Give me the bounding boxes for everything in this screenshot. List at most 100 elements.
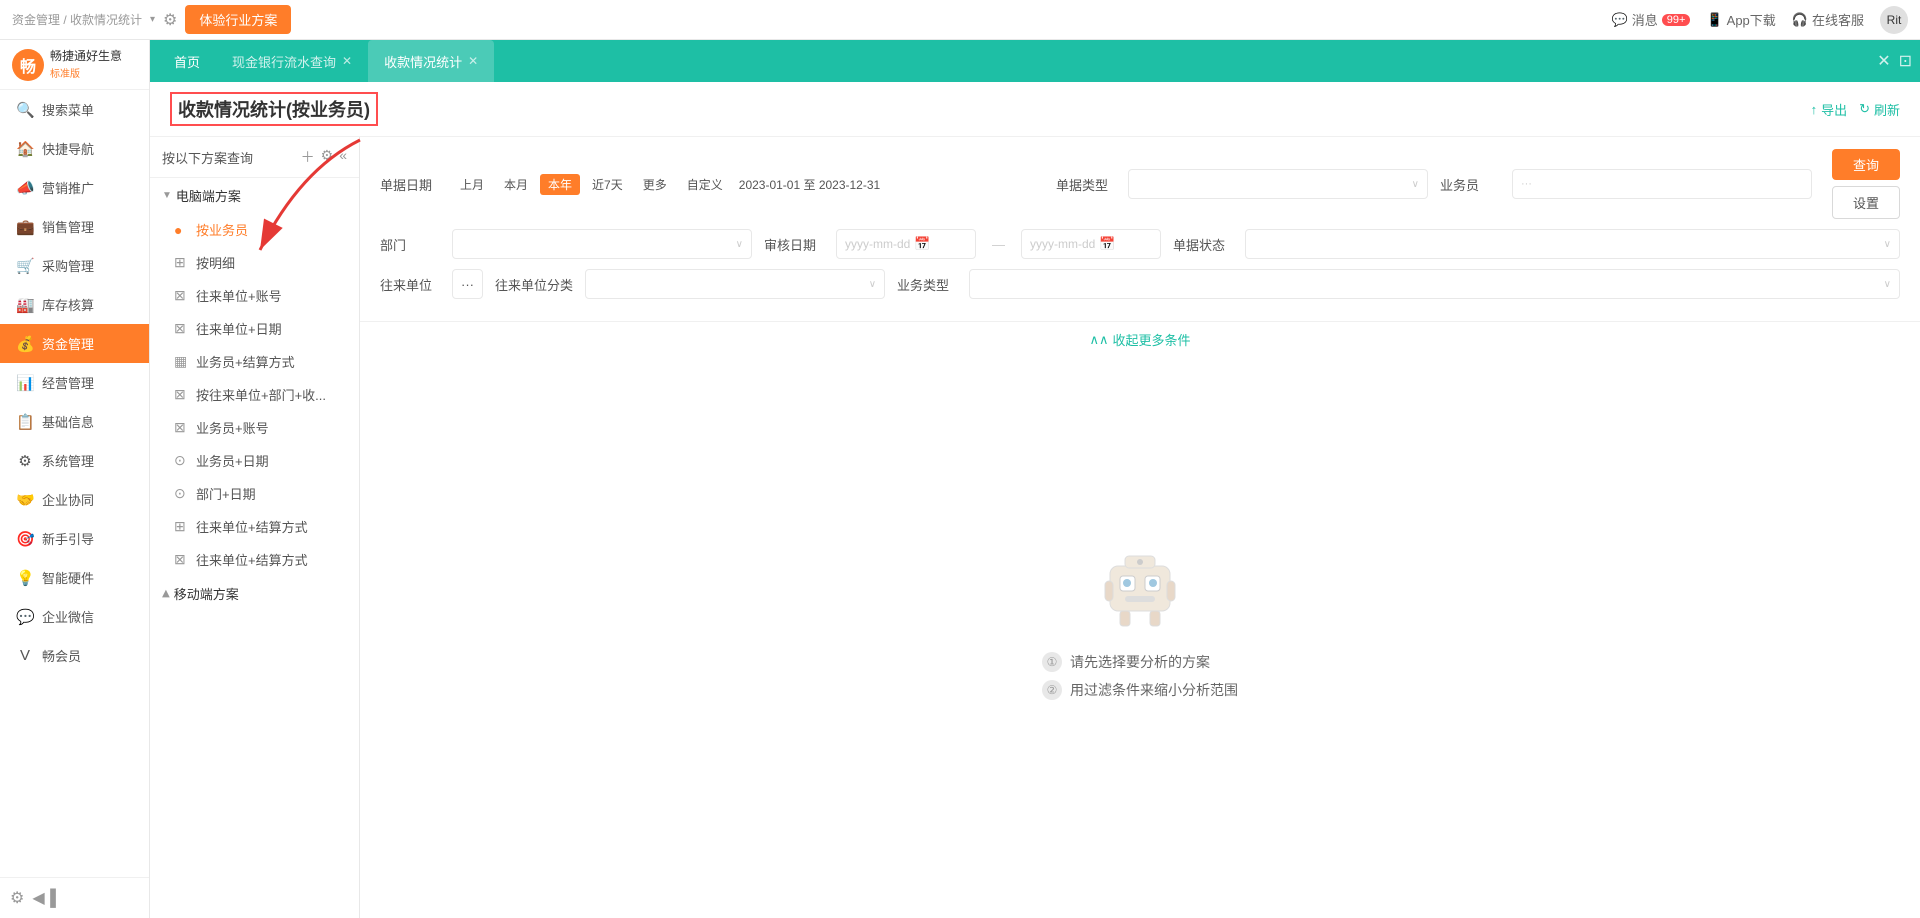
scheme-item-salesperson-account-label: 业务员+账号 [196, 418, 269, 437]
review-date-start[interactable]: yyyy-mm-dd 📅 [836, 229, 976, 259]
sidebar-item-search-label: 搜索菜单 [42, 100, 94, 119]
scheme-item-salesperson[interactable]: ● 按业务员 [150, 213, 359, 246]
doc-status-field[interactable]: ∨ [1245, 229, 1900, 259]
tab-bank-flow[interactable]: 现金银行流水查询 ✕ [216, 40, 368, 82]
filter-rows: 单据日期 上月 本月 本年 近7天 更多 自定义 2023-01-01 至 20… [360, 137, 1920, 321]
maximize-window-icon[interactable]: ⊡ [1899, 51, 1912, 71]
sidebar-item-member[interactable]: V 畅会员 [0, 636, 149, 675]
settings-bottom-icon[interactable]: ⚙ [10, 888, 24, 908]
scheme-item-salesperson-settle[interactable]: ▦ 业务员+结算方式 [150, 345, 359, 378]
scheme-item-partner-account-icon: ⊠ [174, 287, 190, 304]
scheme-desktop-group-header[interactable]: ▼ 电脑端方案 [150, 178, 359, 213]
sidebar-item-purchase[interactable]: 🛒 采购管理 [0, 246, 149, 285]
user-avatar[interactable]: Rit [1880, 6, 1908, 34]
collapse-more-button[interactable]: ∧∧ 收起更多条件 [360, 321, 1920, 357]
settings-button[interactable]: 设置 [1832, 186, 1900, 219]
config-scheme-icon[interactable]: ⚙ [321, 147, 334, 167]
scheme-item-salesperson-date-label: 业务员+日期 [196, 451, 269, 470]
scheme-item-partner-date-icon: ⊠ [174, 320, 190, 337]
partner-category-field[interactable]: ∨ [585, 269, 885, 299]
sidebar-item-inventory[interactable]: 🏭 库存核算 [0, 285, 149, 324]
settings-icon[interactable]: ⚙ [163, 10, 177, 30]
message-badge: 99+ [1662, 14, 1691, 26]
tab-bar-right: ✕ ⊡ [1877, 51, 1912, 71]
scheme-desktop-group: ▼ 电脑端方案 ● 按业务员 ⊞ 按明细 [150, 178, 359, 576]
tab-collection-stat[interactable]: 收款情况统计 ✕ [368, 40, 494, 82]
partner-category-label: 往来单位分类 [495, 275, 573, 294]
sidebar-item-operations[interactable]: 📊 经营管理 [0, 363, 149, 402]
scheme-item-salesperson-account[interactable]: ⊠ 业务员+账号 [150, 411, 359, 444]
date-tab-this-year[interactable]: 本年 [540, 174, 580, 195]
scheme-item-partner-dept-icon: ⊠ [174, 386, 190, 403]
sidebar-bottom: ⚙ ◀‍▐ [0, 877, 149, 918]
tab-collection-stat-label: 收款情况统计 [384, 52, 462, 71]
app-download-area[interactable]: 📱 App下载 [1706, 10, 1775, 29]
query-button[interactable]: 查询 [1832, 149, 1900, 180]
date-tab-7days[interactable]: 近7天 [584, 174, 631, 195]
date-tabs: 上月 本月 本年 近7天 更多 自定义 2023-01-01 至 2023-12… [452, 174, 1044, 195]
salesperson-field[interactable]: ··· [1512, 169, 1812, 199]
doc-status-chevron: ∨ [1884, 239, 1891, 250]
review-date-label: 审核日期 [764, 235, 824, 254]
empty-step-1: ① 请先选择要分析的方案 [1042, 652, 1238, 672]
scheme-item-partner-dept[interactable]: ⊠ 按往来单位+部门+收... [150, 378, 359, 411]
scheme-item-detail[interactable]: ⊞ 按明细 [150, 246, 359, 279]
dept-field[interactable]: ∨ [452, 229, 752, 259]
scheme-item-partner-account-label: 往来单位+账号 [196, 286, 282, 305]
sidebar-item-search[interactable]: 🔍 搜索菜单 [0, 90, 149, 129]
refresh-icon: ↻ [1859, 101, 1870, 117]
scheme-item-partner-settle1[interactable]: ⊞ 往来单位+结算方式 [150, 510, 359, 543]
sidebar-item-marketing[interactable]: 📣 营销推广 [0, 168, 149, 207]
sidebar-item-system[interactable]: ⚙ 系统管理 [0, 441, 149, 480]
desktop-group-label: 电脑端方案 [176, 186, 241, 205]
collapse-sidebar-icon[interactable]: ◀‍▐ [32, 888, 56, 908]
sidebar-item-wechat[interactable]: 💬 企业微信 [0, 597, 149, 636]
scheme-item-partner-date[interactable]: ⊠ 往来单位+日期 [150, 312, 359, 345]
date-tab-last-month[interactable]: 上月 [452, 174, 492, 195]
partner-field[interactable]: ··· [452, 269, 483, 299]
collapse-scheme-icon[interactable]: « [339, 147, 347, 167]
export-label: 导出 [1821, 100, 1847, 119]
online-service-area[interactable]: 🎧 在线客服 [1792, 10, 1864, 29]
sidebar-item-smart-hw[interactable]: 💡 智能硬件 [0, 558, 149, 597]
sidebar-item-newbie[interactable]: 🎯 新手引导 [0, 519, 149, 558]
scheme-item-partner-date-label: 往来单位+日期 [196, 319, 282, 338]
partner-category-chevron: ∨ [869, 279, 876, 290]
scheme-item-partner-settle2[interactable]: ⊠ 往来单位+结算方式 [150, 543, 359, 576]
breadcrumb-dropdown-icon[interactable]: ▾ [150, 14, 155, 25]
trial-button[interactable]: 体验行业方案 [185, 5, 291, 34]
sidebar-item-enterprise[interactable]: 🤝 企业协同 [0, 480, 149, 519]
empty-steps: ① 请先选择要分析的方案 ② 用过滤条件来缩小分析范围 [1042, 652, 1238, 700]
message-area[interactable]: 💬 消息 99+ [1612, 10, 1691, 29]
review-date-end[interactable]: yyyy-mm-dd 📅 [1021, 229, 1161, 259]
dept-label: 部门 [380, 235, 440, 254]
add-scheme-icon[interactable]: ＋ [301, 147, 315, 167]
refresh-button[interactable]: ↻ 刷新 [1859, 100, 1900, 119]
close-window-icon[interactable]: ✕ [1877, 51, 1890, 71]
biz-type-field[interactable]: ∨ [969, 269, 1900, 299]
tab-bank-flow-close[interactable]: ✕ [342, 54, 352, 68]
scheme-item-dept-date[interactable]: ⊙ 部门+日期 [150, 477, 359, 510]
sidebar-item-quick-nav-label: 快捷导航 [42, 139, 94, 158]
marketing-icon: 📣 [16, 179, 34, 197]
sidebar-item-finance[interactable]: 💰 资金管理 [0, 324, 149, 363]
date-tab-more[interactable]: 更多 [635, 174, 675, 195]
sidebar-item-basic[interactable]: 📋 基础信息 [0, 402, 149, 441]
sidebar-item-quick-nav[interactable]: 🏠 快捷导航 [0, 129, 149, 168]
date-tab-this-month[interactable]: 本月 [496, 174, 536, 195]
robot-illustration [1090, 536, 1190, 636]
doc-type-field[interactable]: ∨ [1128, 169, 1428, 199]
export-button[interactable]: ↑ 导出 [1811, 100, 1848, 119]
sidebar-item-sales[interactable]: 💼 销售管理 [0, 207, 149, 246]
user-name: Rit [1887, 13, 1902, 27]
scheme-item-salesperson-date[interactable]: ⊙ 业务员+日期 [150, 444, 359, 477]
logo-name: 畅捷通好生意 [50, 49, 122, 65]
scheme-item-partner-account[interactable]: ⊠ 往来单位+账号 [150, 279, 359, 312]
finance-icon: 💰 [16, 335, 34, 353]
tab-collection-stat-close[interactable]: ✕ [468, 54, 478, 68]
scheme-mobile-group-header[interactable]: ▶ 移动端方案 [150, 576, 359, 611]
filter-row-3: 往来单位 ··· 往来单位分类 ∨ 业务类型 ∨ [380, 269, 1900, 299]
date-tab-custom[interactable]: 自定义 [679, 174, 731, 195]
member-icon: V [16, 647, 34, 664]
tab-home[interactable]: 首页 [158, 40, 216, 82]
